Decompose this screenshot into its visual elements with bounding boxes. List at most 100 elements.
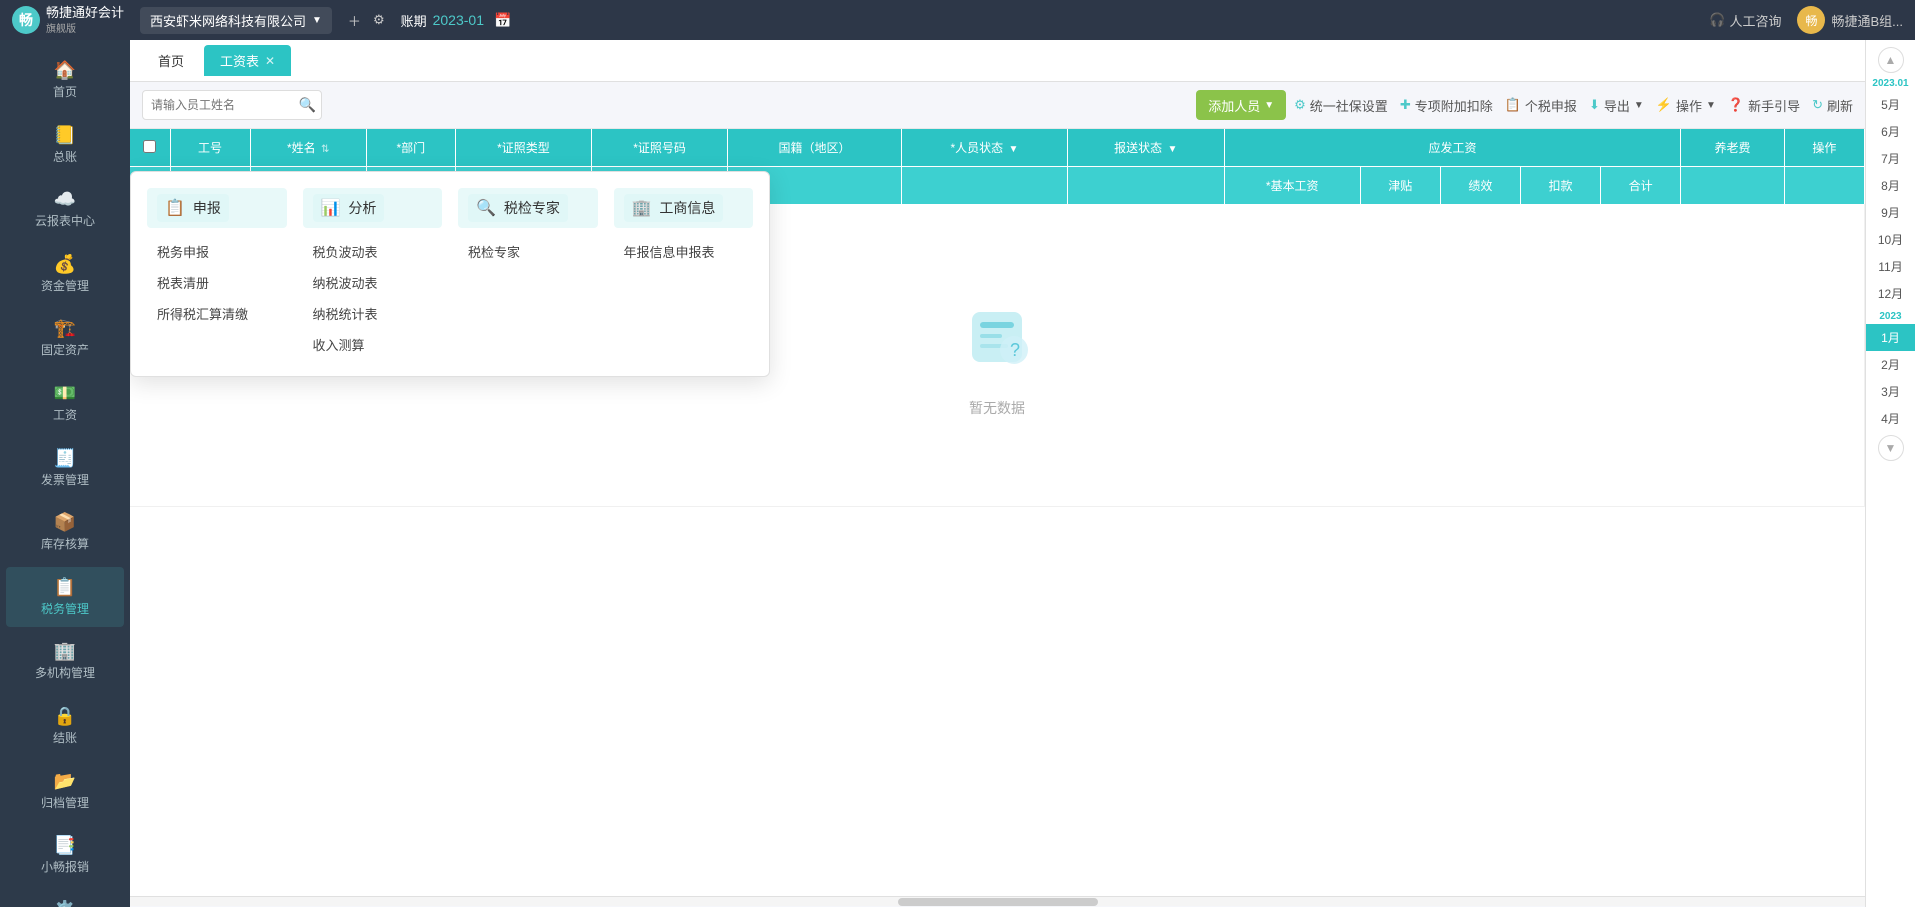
sidebar-item-salary[interactable]: 💵 工资 (6, 373, 124, 434)
expert-icon: 🔍 (476, 198, 496, 218)
guide-btn[interactable]: ❓ 新手引导 (1728, 96, 1800, 115)
sidebar-item-invoice[interactable]: 🧾 发票管理 (6, 438, 124, 499)
tax-burden-item[interactable]: 税负波动表 (303, 236, 443, 267)
dropdown-section-bizinfo: 🏢 工商信息 年报信息申报表 (614, 188, 754, 360)
tab-home[interactable]: 首页 (142, 45, 200, 76)
guide-label: 新手引导 (1748, 96, 1800, 115)
cal-month-9[interactable]: 9月 (1866, 199, 1915, 226)
cal-nav-down[interactable]: ▼ (1878, 435, 1904, 461)
col-wage-group: 应发工资 (1224, 129, 1681, 167)
sidebar-item-inventory[interactable]: 📦 库存核算 (6, 502, 124, 563)
scrollbar-thumb[interactable] (898, 898, 1098, 906)
company-dropdown-arrow: ▼ (312, 15, 322, 26)
org-icon: 🏢 (54, 641, 76, 662)
sidebar-item-fund[interactable]: 💰 资金管理 (6, 244, 124, 305)
scrollbar-area[interactable] (130, 896, 1865, 906)
cal-month-2[interactable]: 2月 (1866, 351, 1915, 378)
cal-month-6[interactable]: 6月 (1866, 118, 1915, 145)
sidebar-item-fixed-asset[interactable]: 🏗️ 固定资产 (6, 308, 124, 369)
sidebar-item-home[interactable]: 🏠 首页 (6, 50, 124, 111)
cal-month-3[interactable]: 3月 (1866, 378, 1915, 405)
tax-stats-item[interactable]: 纳税统计表 (303, 298, 443, 329)
cal-nav-up[interactable]: ▲ (1878, 47, 1904, 73)
social-insurance-btn[interactable]: ⚙ 统一社保设置 (1294, 96, 1388, 115)
support-btn[interactable]: 🎧 人工咨询 (1709, 11, 1781, 30)
tab-payroll[interactable]: 工资表 ✕ (204, 45, 291, 76)
cal-month-11[interactable]: 11月 (1866, 253, 1915, 280)
sidebar-item-archive[interactable]: 📂 归档管理 (6, 761, 124, 822)
sidebar-item-ledger[interactable]: 📒 总账 (6, 115, 124, 176)
sidebar-item-tax[interactable]: 📋 税务管理 (6, 567, 124, 628)
col-checkbox[interactable] (130, 129, 170, 167)
inventory-icon: 📦 (54, 512, 76, 533)
add-person-button[interactable]: 添加人员 ▼ (1196, 90, 1286, 120)
toolbar: 🔍 添加人员 ▼ ⚙ 统一社保设置 ✚ 专项附加扣除 📋 个税申报 (130, 82, 1865, 129)
dropdown-menu: 📋 申报 税务申报 税表清册 所得税汇算清缴 📊 (130, 171, 770, 377)
tax-report-icon: 📋 (1505, 97, 1521, 113)
analysis-icon: 📊 (321, 198, 341, 218)
select-all-checkbox[interactable] (143, 140, 156, 153)
cal-month-1[interactable]: 1月 (1866, 324, 1915, 351)
avatar: 畅 (1797, 6, 1825, 34)
refresh-icon: ↻ (1812, 97, 1823, 113)
cal-month-8[interactable]: 8月 (1866, 172, 1915, 199)
sub-col-op (1784, 167, 1864, 205)
col-wage-group-label: 应发工资 (1428, 141, 1476, 155)
report-filter-icon[interactable]: ▼ (1167, 144, 1177, 155)
annual-report-item[interactable]: 年报信息申报表 (614, 236, 754, 267)
sidebar-item-multi-org[interactable]: 🏢 多机构管理 (6, 631, 124, 692)
sidebar-item-cloud-report[interactable]: ☁️ 云报表中心 (6, 179, 124, 240)
income-tax-item[interactable]: 所得税汇算清缴 (147, 298, 287, 329)
cal-month-12[interactable]: 12月 (1866, 280, 1915, 307)
sub-col-subsidy: 津贴 (1360, 167, 1440, 205)
tax-declaration-item[interactable]: 税务申报 (147, 236, 287, 267)
special-deduct-btn[interactable]: ✚ 专项附加扣除 (1400, 96, 1493, 115)
col-report-status-label: 报送状态 (1114, 141, 1162, 155)
col-dept-label: *部门 (396, 141, 425, 155)
col-name: *姓名 ⇅ (250, 129, 366, 167)
cal-month-10[interactable]: 10月 (1866, 226, 1915, 253)
tab-close-btn[interactable]: ✕ (265, 54, 275, 68)
sub-base-wage-label: *基本工资 (1266, 179, 1319, 193)
bizinfo-header: 🏢 工商信息 (614, 188, 754, 228)
calendar-icon[interactable]: 📅 (494, 12, 511, 29)
cal-month-4[interactable]: 4月 (1866, 405, 1915, 432)
sub-col-performance: 绩效 (1440, 167, 1520, 205)
tab-bar: 首页 工资表 ✕ (130, 40, 1865, 82)
operation-btn[interactable]: ⚡ 操作 ▼ (1656, 96, 1716, 115)
toolbar-actions: ⚙ 统一社保设置 ✚ 专项附加扣除 📋 个税申报 ⬇ 导出 ▼ ⚡ (1294, 96, 1853, 115)
account-period: 账期 2023-01 📅 (401, 11, 512, 30)
sidebar-item-settings[interactable]: ⚙️ 基础设置 (6, 890, 124, 907)
right-actions: 🎧 人工咨询 畅 畅捷通B组... (1709, 6, 1903, 34)
cal-month-5[interactable]: 5月 (1866, 91, 1915, 118)
tab-home-label: 首页 (158, 51, 184, 70)
col-id-type: *证照类型 (455, 129, 591, 167)
cal-month-7[interactable]: 7月 (1866, 145, 1915, 172)
status-filter-icon[interactable]: ▼ (1008, 144, 1018, 155)
tax-payment-item[interactable]: 纳税波动表 (303, 267, 443, 298)
col-id-number: *证照号码 (591, 129, 727, 167)
sidebar-item-expense[interactable]: 📑 小畅报销 (6, 825, 124, 886)
tax-table-item[interactable]: 税表清册 (147, 267, 287, 298)
sub-col-deduction: 扣款 (1521, 167, 1601, 205)
search-input[interactable] (142, 90, 322, 120)
dropdown-section-analysis: 📊 分析 税负波动表 纳税波动表 纳税统计表 收入测算 (303, 188, 443, 360)
app-name: 畅捷通好会计 (46, 5, 124, 21)
tax-report-btn[interactable]: 📋 个税申报 (1505, 96, 1577, 115)
name-sort-icon[interactable]: ⇅ (321, 144, 329, 155)
top-header: 畅 畅捷通好会计 旗舰版 西安虾米网络科技有限公司 ▼ ＋ ⚙ 账期 2023-… (0, 0, 1915, 40)
export-btn[interactable]: ⬇ 导出 ▼ (1589, 96, 1644, 115)
refresh-btn[interactable]: ↻ 刷新 (1812, 96, 1853, 115)
sidebar-item-close[interactable]: 🔒 结账 (6, 696, 124, 757)
search-icon[interactable]: 🔍 (299, 97, 316, 114)
tax-inspection-item[interactable]: 税检专家 (458, 236, 598, 267)
add-company-btn[interactable]: ＋ (348, 11, 361, 30)
col-department: *部门 (366, 129, 455, 167)
settings-btn[interactable]: ⚙ (373, 12, 385, 28)
col-pension: 养老费 (1681, 129, 1785, 167)
user-area[interactable]: 畅 畅捷通B组... (1797, 6, 1903, 34)
company-selector[interactable]: 西安虾米网络科技有限公司 ▼ (140, 7, 332, 34)
add-person-caret: ▼ (1264, 100, 1274, 111)
income-calc-item[interactable]: 收入测算 (303, 329, 443, 360)
sidebar-label-tax: 税务管理 (41, 602, 89, 618)
